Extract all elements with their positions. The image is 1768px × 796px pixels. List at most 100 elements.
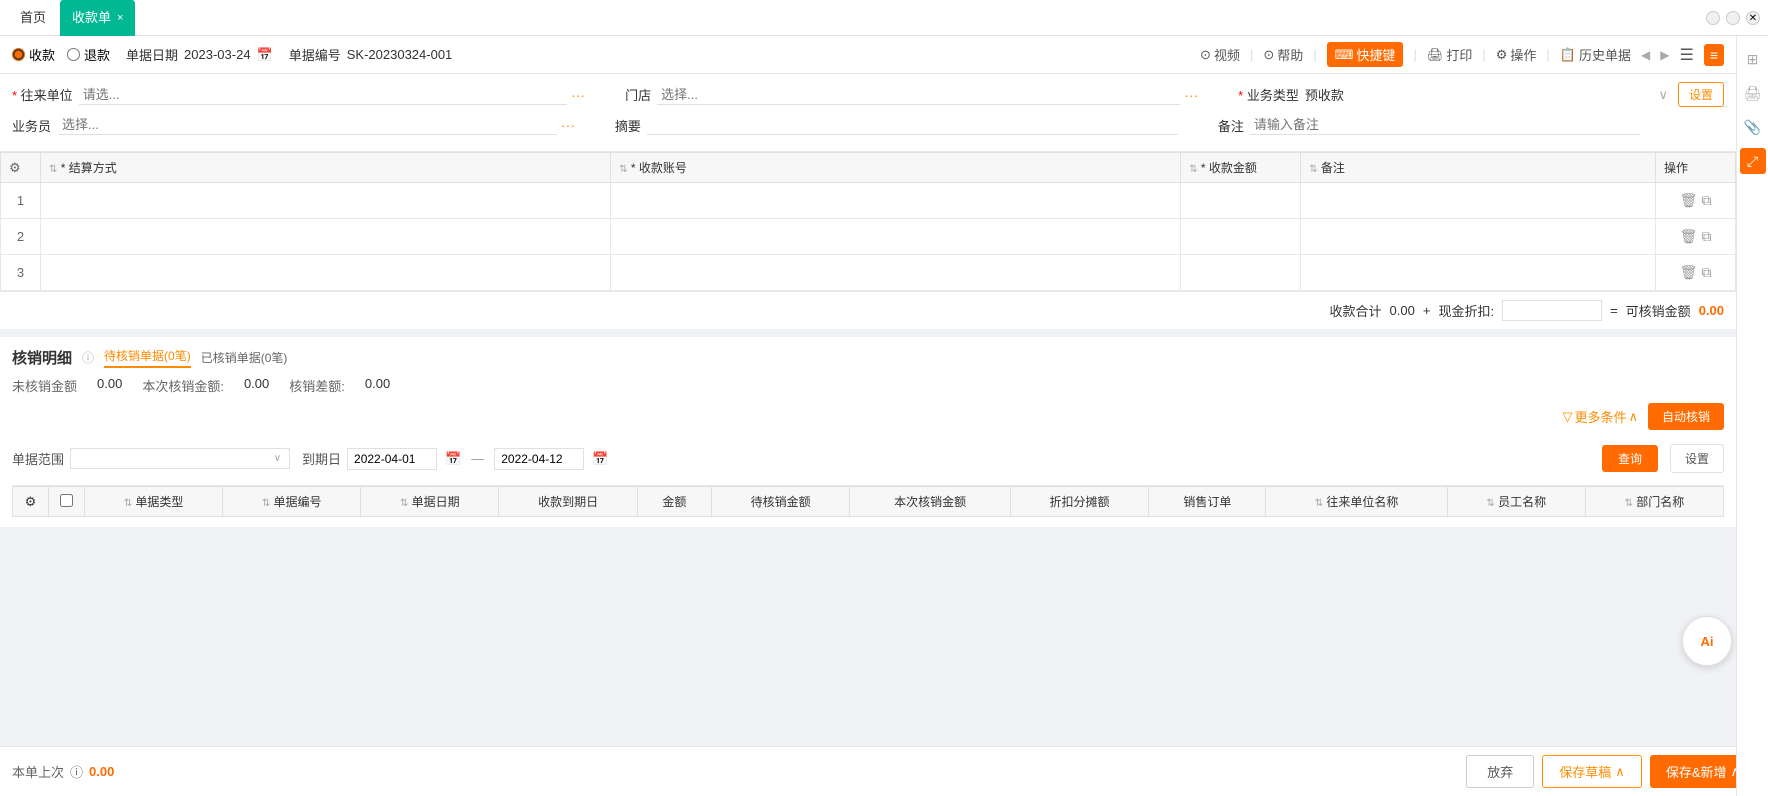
sort-icon-settlement: ⇅ [49,164,57,175]
print-link[interactable]: 🖨 打印 [1427,45,1473,64]
next-icon[interactable]: ▶ [1660,48,1669,62]
cell-ops-2: 🗑 ⧉ [1656,219,1736,255]
number-label: 单据编号 [289,45,341,64]
history-link[interactable]: 📋 历史单据 [1560,45,1631,64]
delete-row-3-btn[interactable]: 🗑 [1680,264,1698,281]
discount-input[interactable] [1502,300,1602,321]
close-tab-icon[interactable]: × [117,0,123,36]
sidebar-clip-icon[interactable]: 📎 [1740,114,1766,140]
highlight-icon-btn[interactable]: ≡ [1704,44,1724,66]
bottom-gear-icon[interactable]: ⚙ [25,494,37,509]
ai-assistant-button[interactable]: Ai [1682,616,1732,666]
cell-account-1[interactable] [611,183,1181,219]
active-tab-label: 收款单 [72,0,111,36]
save-draft-arrow-icon: ∧ [1615,764,1625,780]
gear-icon[interactable]: ⚙ [9,160,21,175]
cell-amount-1[interactable] [1181,183,1301,219]
remark-input[interactable] [1250,115,1640,135]
table-row: 3 🗑 ⧉ [1,255,1736,291]
abandon-button[interactable]: 放弃 [1466,755,1534,788]
radio-collect[interactable]: 收款 [12,45,55,64]
delete-row-2-btn[interactable]: 🗑 [1680,228,1698,245]
cell-account-2[interactable] [611,219,1181,255]
radio-refund[interactable]: 退款 [67,45,110,64]
due-date-to-input[interactable] [494,448,584,470]
bth-date: ⇅ 单据日期 [361,487,499,517]
bottom-table: ⚙ ⇅ 单据类型 ⇅ 单据编号 ⇅ 单据日期 [12,486,1724,517]
help-link[interactable]: ⊙ 帮助 [1263,45,1303,64]
filter-icon: ▽ [1562,409,1572,425]
maximize-button[interactable] [1726,11,1740,25]
sidebar-print-icon[interactable]: 🖨 [1740,80,1766,106]
auto-verify-button[interactable]: 自动核销 [1648,403,1724,430]
to-calendar-icon[interactable]: 📅 [592,451,608,467]
date-field-group: 单据日期 2023-03-24 📅 [126,45,273,64]
range-select[interactable]: ∨ [70,448,290,469]
verify-filters: ▽ 更多条件 ∧ 自动核销 [12,403,1724,430]
counterparty-dots-btn[interactable]: ··· [571,87,585,103]
nav-tab-home[interactable]: 首页 [8,0,58,36]
due-date-from-input[interactable] [347,448,437,470]
th-remark: ⇅ 备注 [1301,153,1656,183]
summary-input[interactable] [647,115,1178,135]
cell-remark-1[interactable] [1301,183,1656,219]
settings-button[interactable]: 设置 [1678,82,1724,107]
nav-tab-receipt[interactable]: 收款单 × [60,0,135,36]
cell-settlement-1[interactable] [41,183,611,219]
table-row: 1 🗑 ⧉ [1,183,1736,219]
sidebar-table-icon[interactable]: ⊞ [1740,46,1766,72]
cell-settlement-2[interactable] [41,219,611,255]
list-icon[interactable]: ☰ [1679,45,1693,65]
prev-icon[interactable]: ◀ [1641,48,1650,62]
save-draft-button[interactable]: 保存草稿 ∧ [1542,755,1642,788]
copy-row-1-btn[interactable]: ⧉ [1701,192,1711,209]
copy-row-3-btn[interactable]: ⧉ [1701,264,1711,281]
cell-remark-3[interactable] [1301,255,1656,291]
store-input[interactable] [657,85,1180,105]
cell-account-3[interactable] [611,255,1181,291]
calendar-icon[interactable]: 📅 [257,47,273,63]
can-verify-label: 可核销金额 [1626,301,1691,320]
total-label: 收款合计 [1330,301,1382,320]
cell-amount-3[interactable] [1181,255,1301,291]
sort-date: ⇅ [400,498,408,509]
bth-sales-order: 销售订单 [1149,487,1266,517]
sidebar-expand-icon[interactable]: ⤢ [1740,148,1766,174]
cell-amount-2[interactable] [1181,219,1301,255]
sort-counterparty: ⇅ [1315,498,1323,509]
counterparty-input[interactable] [79,85,567,105]
more-conditions-link[interactable]: ▽ 更多条件 ∧ [1562,407,1638,426]
select-all-checkbox[interactable] [60,494,73,507]
cell-settlement-3[interactable] [41,255,611,291]
pending-tab[interactable]: 待核销单据(0笔) [104,347,191,368]
delete-row-1-btn[interactable]: 🗑 [1680,192,1698,209]
operate-link[interactable]: ⚙ 操作 [1496,45,1537,64]
range-select-arrow: ∨ [274,453,281,464]
footer-info: 本单上次 ⓘ 0.00 [12,762,114,781]
copy-row-2-btn[interactable]: ⧉ [1701,228,1711,245]
filter-settings-button[interactable]: 设置 [1670,444,1724,473]
form-row-2: 业务员 ··· 摘要 备注 [12,115,1724,135]
bth-counterparty: ⇅ 往来单位名称 [1266,487,1447,517]
done-tab[interactable]: 已核销单据(0笔) [201,349,288,366]
cell-remark-2[interactable] [1301,219,1656,255]
store-dots-btn[interactable]: ··· [1184,87,1198,103]
minimize-button[interactable] [1706,11,1720,25]
salesperson-dots-btn[interactable]: ··· [561,117,575,133]
from-calendar-icon[interactable]: 📅 [445,451,461,467]
salesperson-input[interactable] [58,115,557,135]
business-type-value: 预收款 [1305,85,1655,104]
filter-row: 单据范围 ∨ 到期日 📅 — 📅 查询 设置 [12,438,1724,479]
bottom-table-section: ⚙ ⇅ 单据类型 ⇅ 单据编号 ⇅ 单据日期 [12,485,1724,517]
video-link[interactable]: ⊙ 视频 [1200,45,1240,64]
help-icon: ⊙ [1263,47,1274,63]
th-index: ⚙ [1,153,41,183]
business-type-arrow[interactable]: ∨ [1658,87,1668,103]
print-icon: 🖨 [1427,47,1444,63]
shortcut-link[interactable]: ⌨ 快捷键 [1327,42,1404,67]
last-order-icon[interactable]: ⓘ [70,762,83,781]
query-button[interactable]: 查询 [1602,445,1658,472]
close-window-button[interactable]: ✕ [1746,11,1760,25]
verify-info-icon[interactable]: ⓘ [82,349,94,366]
right-sidebar: ⊞ 🖨 📎 ⤢ [1736,36,1768,796]
